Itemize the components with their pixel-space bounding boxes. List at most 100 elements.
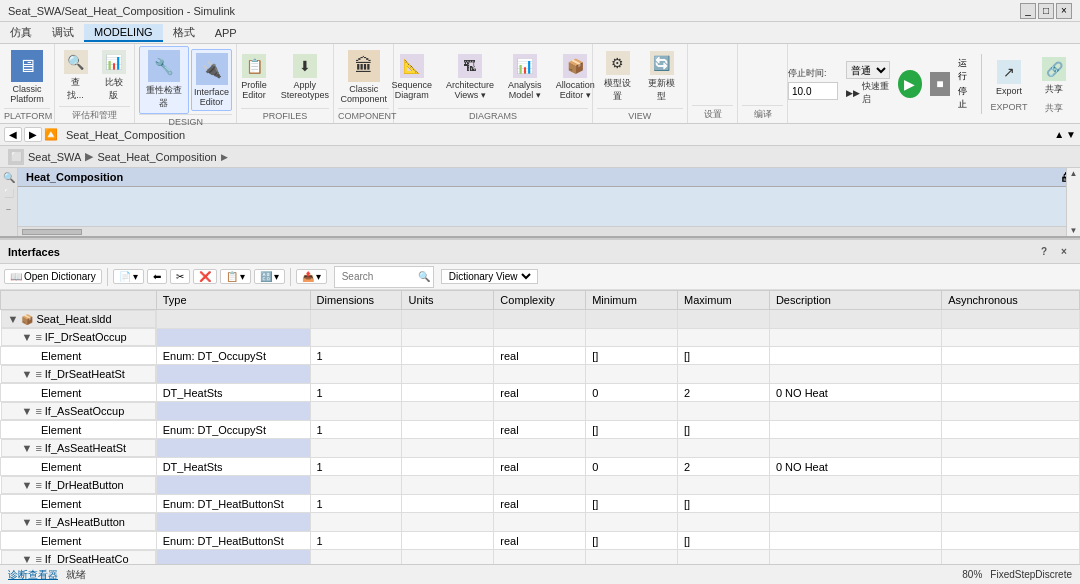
menu-item-modeling[interactable]: MODELING <box>84 24 163 42</box>
menu-item-format[interactable]: 格式 <box>163 23 205 42</box>
breadcrumb-root[interactable]: Seat_SWA <box>28 151 81 163</box>
v-scrollbar-diagram[interactable]: ▲ ▼ <box>1066 168 1080 236</box>
table-container[interactable]: Type Dimensions Units Complexity Minimum… <box>0 290 1080 564</box>
toolbar-btn-1[interactable]: 📄 ▾ <box>113 269 144 284</box>
expand-icon[interactable]: ▼ <box>22 368 33 380</box>
stop-time-group: 停止时间: <box>788 67 838 100</box>
row-name-cell: ▼ ≡ IF_DrSeatOccup <box>1 328 156 346</box>
run-label-area: 运行 停止 <box>958 57 973 111</box>
architecture-views-button[interactable]: 🏗 ArchitectureViews ▾ <box>440 50 500 104</box>
menu-item-app[interactable]: APP <box>205 25 247 41</box>
table-row[interactable]: Element Enum: DT_OccupySt 1 real [] [] <box>1 347 1080 365</box>
dictionary-view-select-container: Dictionary View <box>441 269 538 284</box>
expand-icon[interactable]: ▼ <box>22 516 33 528</box>
diagram-title: Heat_Composition <box>26 171 123 183</box>
share-section-label: 共享 <box>1045 102 1063 115</box>
profile-editor-icon: 📋 <box>242 54 266 78</box>
quick-restart-button[interactable]: ▶▶ 快速重启 <box>846 80 890 106</box>
col-min-header: Minimum <box>586 291 678 310</box>
table-row[interactable]: ▼ ≡ If_AsSeatHeatSt <box>1 439 1080 458</box>
minimize-button[interactable]: _ <box>1020 3 1036 19</box>
help-button[interactable]: ? <box>1036 244 1052 260</box>
forward-button[interactable]: ▶ <box>24 127 42 142</box>
menu-item-debug[interactable]: 调试 <box>42 23 84 42</box>
table-row[interactable]: ▼ ≡ If_DrHeatButton <box>1 476 1080 495</box>
stop-button[interactable]: ■ <box>930 72 950 96</box>
sequence-diagram-button[interactable]: 📐 SequenceDiagram <box>386 50 439 104</box>
table-row[interactable]: ▼ ≡ If_AsSeatOccup <box>1 402 1080 421</box>
scroll-down-btn[interactable]: ▼ <box>1066 129 1076 140</box>
h-scrollbar[interactable] <box>18 226 1080 236</box>
search-input[interactable] <box>338 267 418 287</box>
fit-icon[interactable]: ⬜ <box>2 187 16 200</box>
open-dictionary-button[interactable]: 📖 Open Dictionary <box>4 269 102 284</box>
table-row[interactable]: ▼ ≡ If_DrSeatHeatSt <box>1 365 1080 384</box>
expand-icon[interactable]: ▼ <box>22 442 33 454</box>
row-icon-if: ≡ <box>35 405 41 417</box>
menu-item-simulation[interactable]: 仿真 <box>0 23 42 42</box>
zoom-out-icon[interactable]: – <box>4 202 12 215</box>
expand-icon[interactable]: ▼ <box>22 405 33 417</box>
h-scroll-thumb[interactable] <box>22 229 82 235</box>
row-name: If_DrSeatHeatSt <box>45 368 125 380</box>
table-row[interactable]: ▼ ≡ If_DrSeatHeatCo <box>1 550 1080 565</box>
export-button[interactable]: ↗ Export <box>990 56 1028 100</box>
simulation-mode-select[interactable]: 普通 <box>846 61 890 79</box>
run-button[interactable]: ▶ <box>898 70 922 98</box>
apply-stereotypes-button[interactable]: ⬇ ApplyStereotypes <box>275 50 335 104</box>
status-left: 诊断查看器 就绪 <box>8 568 86 582</box>
v-scroll-up[interactable]: ▲ <box>1070 168 1078 178</box>
back-button[interactable]: ◀ <box>4 127 22 142</box>
classic-platform-button[interactable]: 🖥 ClassicPlatform <box>4 46 50 108</box>
classic-component-button[interactable]: 🏛 ClassicComponent <box>334 46 393 108</box>
dictionary-view-select[interactable]: Dictionary View <box>445 270 534 283</box>
model-settings-button[interactable]: ⚙ 模型设置 <box>597 47 639 107</box>
profile-editor-button[interactable]: 📋 ProfileEditor <box>235 50 273 104</box>
toolbar-btn-7[interactable]: 📤 ▾ <box>296 269 327 284</box>
find-button[interactable]: 🔍 查找... <box>58 46 94 106</box>
table-row[interactable]: Element DT_HeatSts 1 real 0 2 0 NO Heat <box>1 458 1080 476</box>
table-row[interactable]: Element Enum: DT_HeatButtonSt 1 real [] … <box>1 495 1080 513</box>
close-interfaces-button[interactable]: × <box>1056 244 1072 260</box>
toolbar-btn-2[interactable]: ⬅ <box>147 269 167 284</box>
type-cell <box>156 310 310 329</box>
expand-icon[interactable]: ▼ <box>8 313 19 325</box>
update-model-button[interactable]: 🔄 更新模型 <box>641 47 683 107</box>
search-input-container: 🔍 <box>334 266 434 288</box>
share-button[interactable]: 🔗 共享 <box>1036 53 1072 100</box>
analysis-model-button[interactable]: 📊 AnalysisModel ▾ <box>502 50 548 104</box>
expand-icon[interactable]: ▼ <box>22 479 33 491</box>
expand-icon[interactable]: ▼ <box>22 331 33 343</box>
row-name: If_DrSeatHeatCo <box>45 553 129 564</box>
row-name: If_DrHeatButton <box>45 479 124 491</box>
toolbar-btn-6[interactable]: 🔠 ▾ <box>254 269 285 284</box>
table-row[interactable]: ▼ 📦 Seat_Heat.sldd <box>1 310 1080 329</box>
table-row[interactable]: Element Enum: DT_OccupySt 1 real [] [] <box>1 421 1080 439</box>
table-row[interactable]: ▼ ≡ If_AsHeatButton <box>1 513 1080 532</box>
table-row[interactable]: Element DT_HeatSts 1 real 0 2 0 NO Heat <box>1 384 1080 402</box>
row-name-cell: Element <box>1 347 157 365</box>
table-row[interactable]: ▼ ≡ IF_DrSeatOccup <box>1 328 1080 347</box>
maximize-button[interactable]: □ <box>1038 3 1054 19</box>
toolbar-btn-5[interactable]: 📋 ▾ <box>220 269 251 284</box>
table-row[interactable]: Element Enum: DT_HeatButtonSt 1 real [] … <box>1 532 1080 550</box>
breadcrumb-current[interactable]: Seat_Heat_Composition <box>97 151 216 163</box>
v-scroll-down[interactable]: ▼ <box>1070 226 1078 236</box>
property-inspector-button[interactable]: 🔧 重性检查器 <box>139 46 189 114</box>
ribbon-design-section: 🔧 重性检查器 🔌 InterfaceEditor DESIGN <box>135 44 237 123</box>
close-button[interactable]: × <box>1056 3 1072 19</box>
zoom-in-icon[interactable]: 🔍 <box>1 170 17 185</box>
diagram-canvas[interactable] <box>18 187 1080 226</box>
toolbar-btn-3[interactable]: ✂ <box>170 269 190 284</box>
diagnostics-viewer-label[interactable]: 诊断查看器 <box>8 568 58 582</box>
ribbon-component-label: COMPONENT <box>338 108 390 121</box>
scroll-up-btn[interactable]: ▲ <box>1054 129 1064 140</box>
toolbar-btn-4[interactable]: ❌ <box>193 269 217 284</box>
interface-editor-button[interactable]: 🔌 InterfaceEditor <box>191 49 232 111</box>
stop-time-input[interactable] <box>788 82 838 100</box>
compare-button[interactable]: 📊 比较版 <box>96 46 132 106</box>
expand-icon[interactable]: ▼ <box>22 553 33 564</box>
nav-icon: 🔼 <box>44 128 58 141</box>
interfaces-panel: Interfaces ? × 📖 Open Dictionary 📄 ▾ ⬅ ✂… <box>0 238 1080 564</box>
diagram-left-sidebar: 🔍 ⬜ – <box>0 168 18 236</box>
